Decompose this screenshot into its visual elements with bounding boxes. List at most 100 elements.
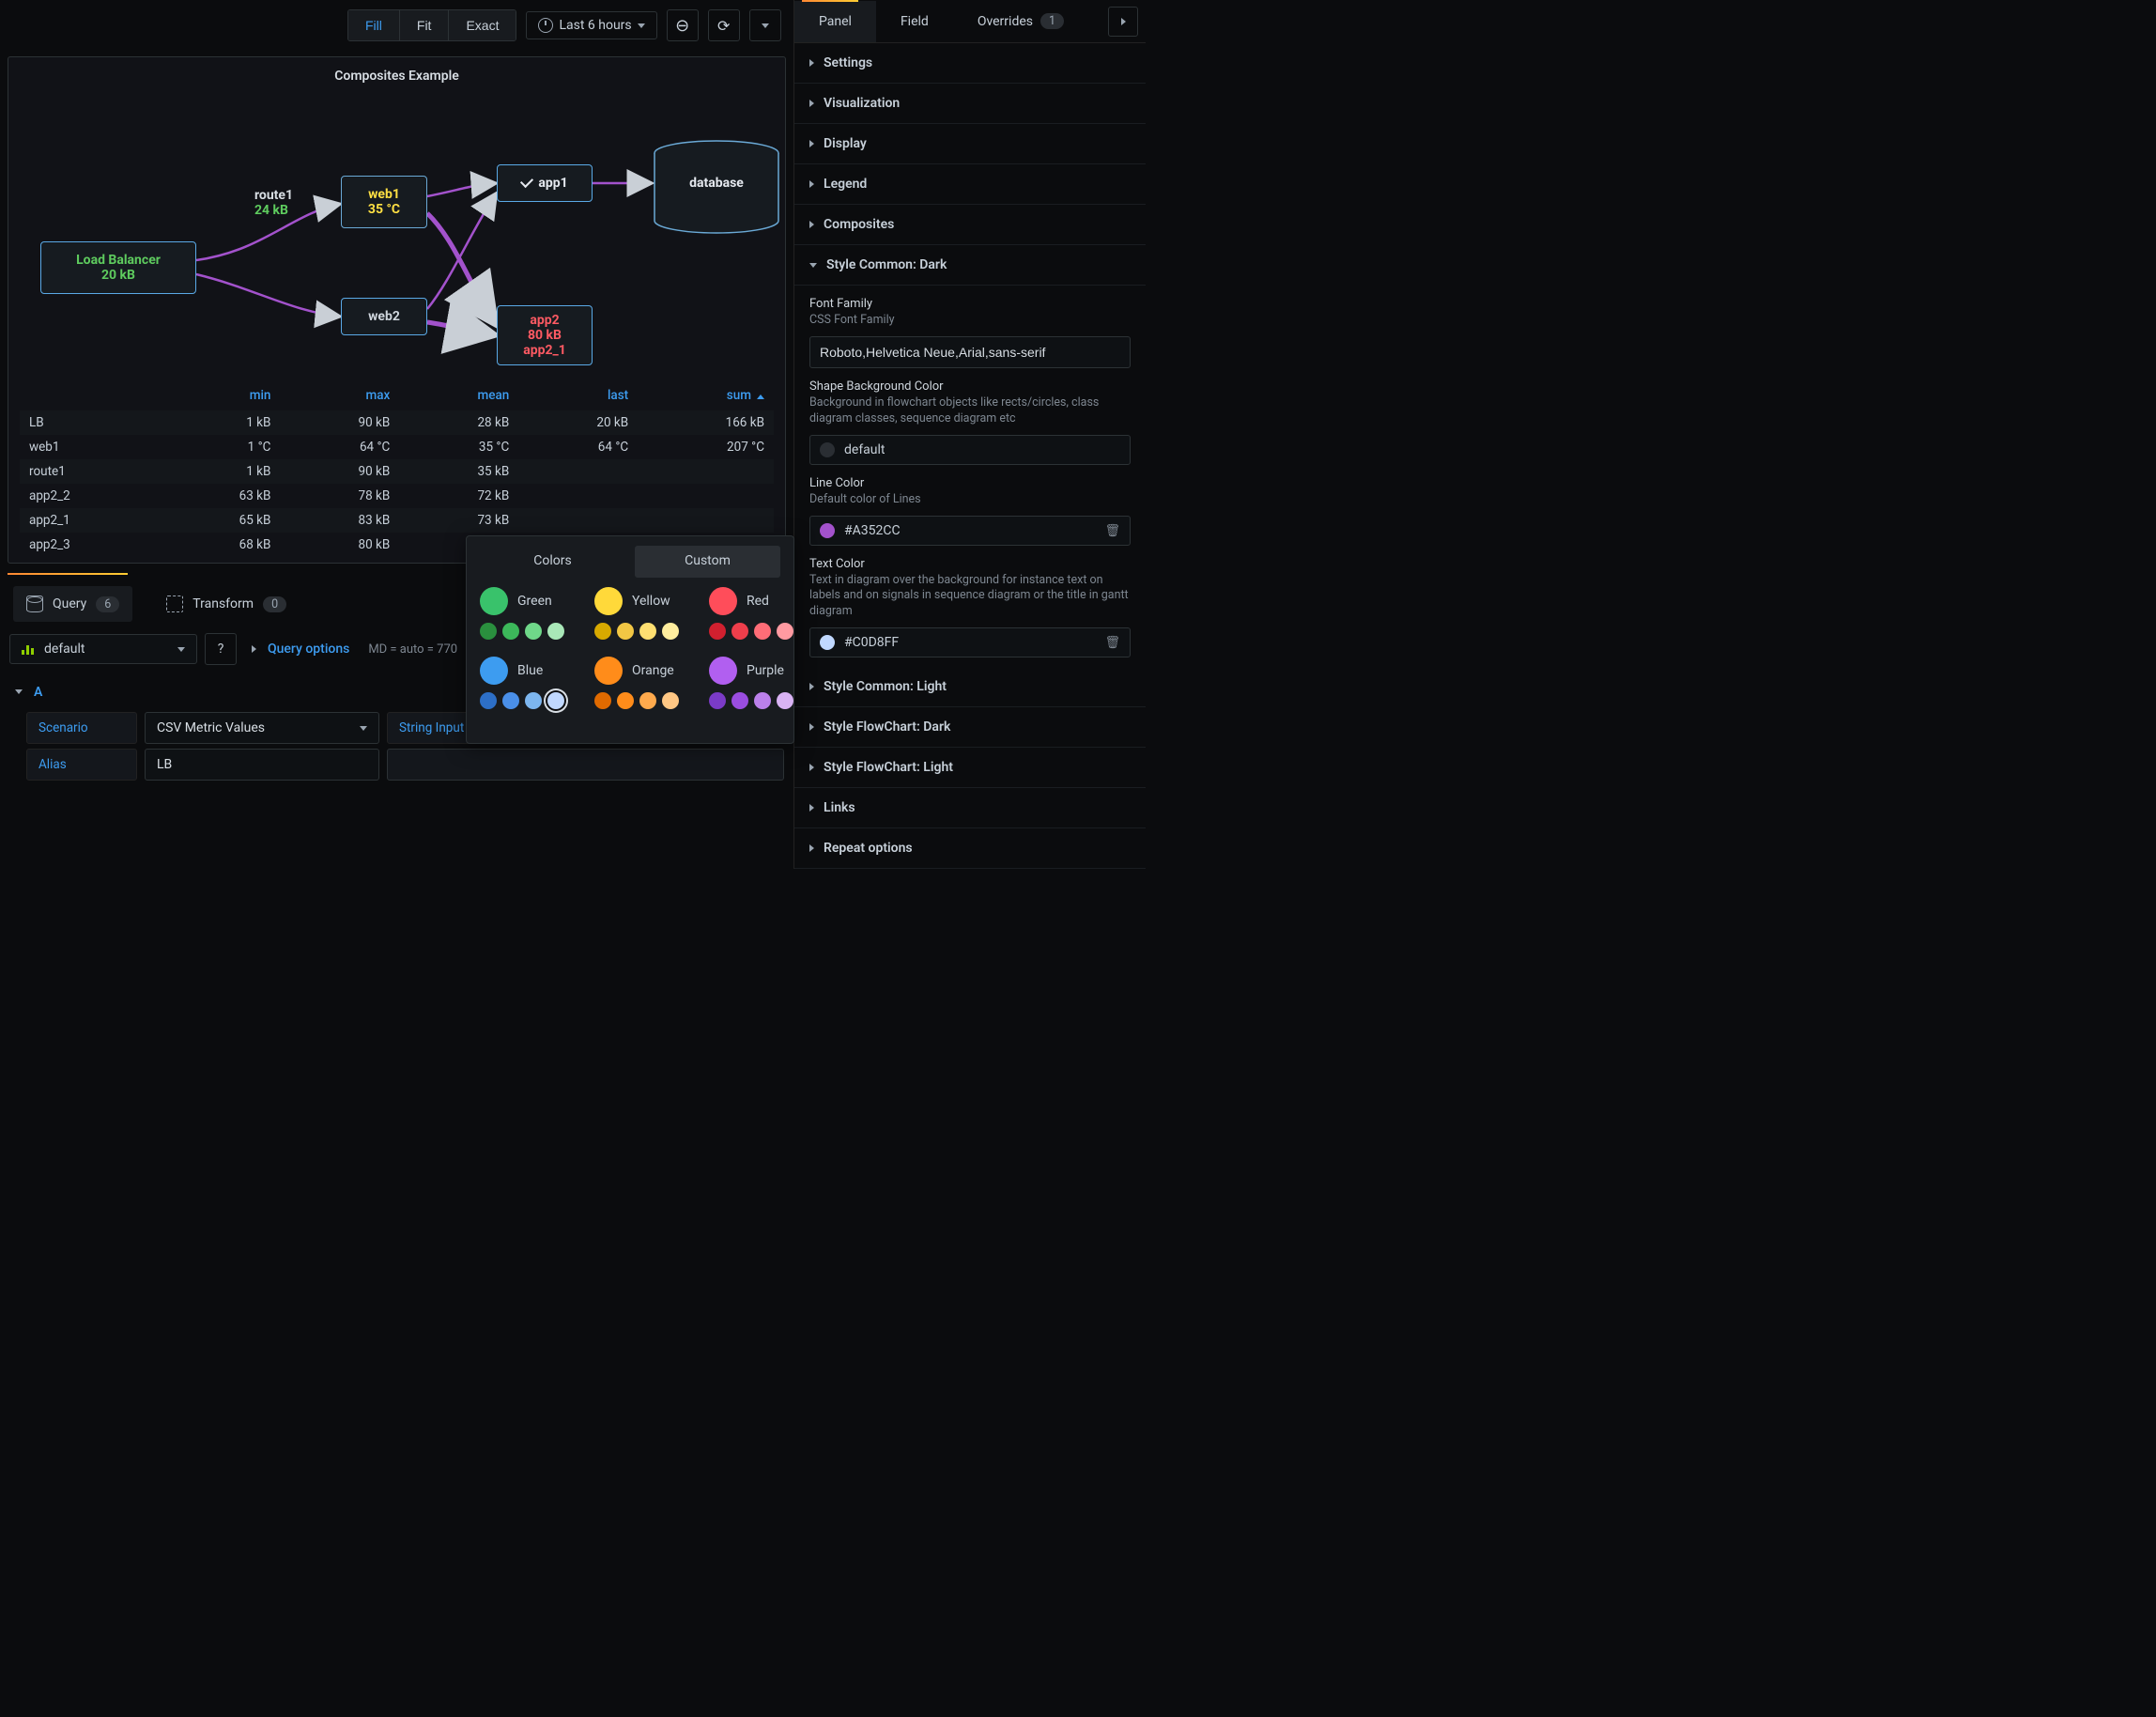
tab-overrides[interactable]: Overrides1 [953, 0, 1088, 42]
section-legend[interactable]: Legend [794, 164, 1146, 205]
section-links[interactable]: Links [794, 788, 1146, 828]
chevron-down-icon[interactable] [15, 689, 23, 694]
line-color-input[interactable]: #A352CC [809, 516, 1131, 546]
color-shade[interactable] [617, 623, 634, 640]
color-shade[interactable] [547, 692, 564, 709]
exact-button[interactable]: Exact [449, 10, 516, 40]
chevron-down-icon [638, 23, 645, 28]
section-composites[interactable]: Composites [794, 205, 1146, 245]
color-shade[interactable] [639, 692, 656, 709]
column-mean[interactable]: mean [399, 382, 518, 410]
color-shade[interactable] [709, 623, 726, 640]
scenario-label: Scenario [26, 712, 137, 744]
section-style-common-dark[interactable]: Style Common: Dark [794, 245, 1146, 286]
column-sum[interactable]: sum [638, 382, 774, 410]
query-options-toggle[interactable]: Query options [268, 642, 349, 657]
color-main-orange[interactable] [594, 657, 623, 685]
chevron-right-icon [809, 140, 814, 147]
zoom-out-button[interactable] [667, 9, 699, 41]
color-main-purple[interactable] [709, 657, 737, 685]
color-shade[interactable] [777, 623, 793, 640]
table-row[interactable]: app2_165 kB83 kB73 kB [20, 508, 774, 533]
tab-transform[interactable]: Transform 0 [153, 586, 300, 622]
node-load-balancer[interactable]: Load Balancer 20 kB [40, 241, 196, 294]
color-shade[interactable] [502, 692, 519, 709]
shape-bg-input[interactable]: default [809, 435, 1131, 465]
color-main-green[interactable] [480, 587, 508, 615]
node-database[interactable]: database [653, 140, 780, 234]
table-row[interactable]: web11 °C64 °C35 °C64 °C207 °C [20, 435, 774, 459]
tab-query[interactable]: Query 6 [13, 586, 132, 622]
color-shade[interactable] [754, 623, 771, 640]
collapse-pane-button[interactable] [1108, 7, 1138, 37]
color-main-red[interactable] [709, 587, 737, 615]
node-web2[interactable]: web2 [341, 298, 427, 335]
color-shade[interactable] [617, 692, 634, 709]
node-web1[interactable]: web1 35 °C [341, 176, 427, 228]
color-shade[interactable] [480, 692, 497, 709]
color-main-yellow[interactable] [594, 587, 623, 615]
section-style-flowchart-light[interactable]: Style FlowChart: Light [794, 748, 1146, 788]
column-last[interactable]: last [518, 382, 638, 410]
section-style-common-light[interactable]: Style Common: Light [794, 667, 1146, 707]
chevron-right-icon [809, 764, 814, 771]
color-shade[interactable] [732, 623, 748, 640]
node-app2[interactable]: app2 80 kB app2_1 [497, 305, 593, 365]
color-shade[interactable] [480, 623, 497, 640]
refresh-button[interactable] [708, 9, 740, 41]
color-shade[interactable] [709, 692, 726, 709]
color-shade[interactable] [777, 692, 793, 709]
section-visualization[interactable]: Visualization [794, 84, 1146, 124]
color-shade[interactable] [525, 623, 542, 640]
table-row[interactable]: LB1 kB90 kB28 kB20 kB166 kB [20, 410, 774, 435]
tab-panel[interactable]: Panel [794, 1, 876, 42]
color-shade[interactable] [754, 692, 771, 709]
table-row[interactable]: app2_263 kB78 kB72 kB [20, 484, 774, 508]
font-family-input[interactable] [809, 336, 1131, 368]
color-shade[interactable] [639, 623, 656, 640]
time-range-picker[interactable]: Last 6 hours [526, 11, 656, 39]
node-app1[interactable]: app1 [497, 164, 593, 202]
color-main-blue[interactable] [480, 657, 508, 685]
alias-placeholder[interactable] [387, 749, 784, 781]
datasource-select[interactable]: default [9, 634, 197, 664]
alias-field[interactable]: LB [145, 749, 379, 781]
text-color-input[interactable]: #C0D8FF [809, 627, 1131, 657]
clear-color-button[interactable] [1104, 523, 1120, 538]
sort-caret-icon [757, 394, 764, 399]
table-row[interactable]: route11 kB90 kB35 kB [20, 459, 774, 484]
color-shade[interactable] [525, 692, 542, 709]
section-display[interactable]: Display [794, 124, 1146, 164]
color-tab-custom[interactable]: Custom [635, 546, 780, 578]
chevron-right-icon [809, 221, 814, 228]
color-shade[interactable] [547, 623, 564, 640]
chevron-right-icon [809, 683, 814, 690]
column-min[interactable]: min [162, 382, 281, 410]
color-shade[interactable] [662, 692, 679, 709]
section-body-style-common-dark: Font Family CSS Font Family Shape Backgr… [794, 297, 1146, 667]
fit-button[interactable]: Fit [400, 10, 450, 40]
fill-button[interactable]: Fill [348, 10, 400, 40]
column-max[interactable]: max [280, 382, 399, 410]
scenario-select[interactable]: CSV Metric Values [145, 712, 379, 744]
font-family-label: Font Family [809, 297, 1131, 311]
color-tab-colors[interactable]: Colors [480, 546, 625, 578]
color-shade[interactable] [502, 623, 519, 640]
color-swatch [820, 523, 835, 538]
tab-field[interactable]: Field [876, 1, 953, 42]
color-shade[interactable] [662, 623, 679, 640]
color-shade[interactable] [594, 692, 611, 709]
visualization-panel: Composites Example route1 24 kB [8, 56, 786, 564]
color-picker-popup: Colors Custom GreenYellowRedBlueOrangePu… [466, 535, 794, 744]
clear-color-button[interactable] [1104, 635, 1120, 650]
refresh-interval-button[interactable] [749, 9, 781, 41]
color-shade[interactable] [594, 623, 611, 640]
section-settings[interactable]: Settings [794, 43, 1146, 84]
view-mode-group: Fill Fit Exact [347, 9, 516, 41]
line-color-label: Line Color [809, 476, 1131, 490]
color-shade[interactable] [732, 692, 748, 709]
section-repeat-options[interactable]: Repeat options [794, 828, 1146, 869]
datasource-help-button[interactable]: ? [205, 633, 237, 665]
color-group-orange: Orange [594, 657, 679, 709]
section-style-flowchart-dark[interactable]: Style FlowChart: Dark [794, 707, 1146, 748]
